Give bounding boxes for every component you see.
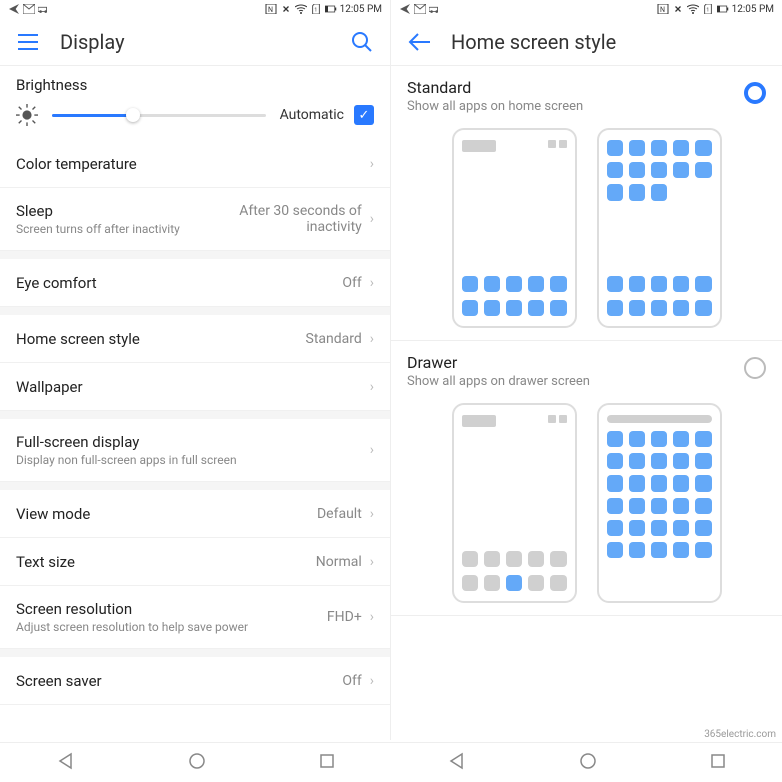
standard-radio[interactable] [744, 82, 766, 104]
mute-icon [280, 4, 292, 14]
status-time: 12:05 PM [732, 4, 774, 15]
drawer-radio[interactable] [744, 357, 766, 379]
header: Display [0, 18, 390, 66]
automatic-label: Automatic [280, 107, 344, 123]
chevron-right-icon: › [370, 211, 374, 227]
search-button[interactable] [348, 28, 376, 56]
slider-thumb[interactable] [126, 108, 140, 122]
color-temperature-row[interactable]: Color temperature › [0, 140, 390, 188]
svg-text:N: N [268, 6, 273, 14]
battery-icon [717, 4, 729, 14]
vehicle-icon [38, 4, 50, 14]
brightness-slider[interactable] [52, 114, 266, 117]
wallpaper-row[interactable]: Wallpaper › [0, 363, 390, 411]
nfc-icon: N [657, 4, 669, 14]
wifi-icon [295, 4, 307, 14]
eye-comfort-row[interactable]: Eye comfort Off › [0, 259, 390, 307]
home-screen-style-screen: N 1 12:05 PM Home screen style Standard … [391, 0, 782, 740]
home-screen-style-row[interactable]: Home screen style Standard › [0, 315, 390, 363]
navigation-bar [0, 742, 782, 782]
drawer-option[interactable]: Drawer Show all apps on drawer screen [391, 341, 782, 616]
brightness-label: Brightness [16, 76, 374, 94]
triangle-back-icon [57, 752, 75, 770]
nav-back-button[interactable] [448, 752, 466, 774]
status-bar: N 1 12:05 PM [391, 0, 782, 18]
nfc-icon: N [265, 4, 277, 14]
nav-back-button[interactable] [57, 752, 75, 774]
svg-text:1: 1 [706, 8, 709, 14]
mail-icon [23, 4, 35, 14]
header: Home screen style [391, 18, 782, 66]
airplane-icon [399, 4, 411, 14]
drawer-preview [407, 403, 766, 603]
watermark: 365electric.com [704, 729, 776, 740]
back-button[interactable] [405, 28, 433, 56]
circle-home-icon [579, 752, 597, 770]
fullscreen-row[interactable]: Full-screen display Display non full-scr… [0, 419, 390, 482]
circle-home-icon [188, 752, 206, 770]
chevron-right-icon: › [370, 275, 374, 291]
chevron-right-icon: › [370, 331, 374, 347]
svg-text:N: N [660, 6, 665, 14]
sim-icon: 1 [310, 4, 322, 14]
display-settings-screen: N 1 12:05 PM Display Brightness [0, 0, 391, 740]
standard-option[interactable]: Standard Show all apps on home screen [391, 66, 782, 341]
chevron-right-icon: › [370, 554, 374, 570]
chevron-right-icon: › [370, 506, 374, 522]
nav-recent-button[interactable] [319, 753, 335, 773]
search-icon [351, 31, 373, 53]
battery-icon [325, 4, 337, 14]
options-content[interactable]: Standard Show all apps on home screen [391, 66, 782, 740]
page-title: Display [60, 30, 348, 54]
sim-icon: 1 [702, 4, 714, 14]
status-time: 12:05 PM [340, 4, 382, 15]
nav-home-button[interactable] [579, 752, 597, 774]
chevron-right-icon: › [370, 673, 374, 689]
screen-resolution-row[interactable]: Screen resolution Adjust screen resoluti… [0, 586, 390, 649]
chevron-right-icon: › [370, 609, 374, 625]
screen-saver-row[interactable]: Screen saver Off › [0, 657, 390, 705]
back-arrow-icon [408, 32, 430, 52]
brightness-row: Brightness Automatic ✓ [0, 66, 390, 140]
wifi-icon [687, 4, 699, 14]
chevron-right-icon: › [370, 156, 374, 172]
chevron-right-icon: › [370, 379, 374, 395]
view-mode-row[interactable]: View mode Default › [0, 490, 390, 538]
nav-recent-button[interactable] [710, 753, 726, 773]
square-recent-icon [319, 753, 335, 769]
text-size-row[interactable]: Text size Normal › [0, 538, 390, 586]
standard-preview [407, 128, 766, 328]
mute-icon [672, 4, 684, 14]
automatic-checkbox[interactable]: ✓ [354, 105, 374, 125]
airplane-icon [8, 4, 20, 14]
sleep-row[interactable]: Sleep Screen turns off after inactivity … [0, 188, 390, 251]
menu-button[interactable] [14, 28, 42, 56]
chevron-right-icon: › [370, 442, 374, 458]
triangle-back-icon [448, 752, 466, 770]
nav-home-button[interactable] [188, 752, 206, 774]
page-title: Home screen style [451, 30, 768, 54]
brightness-icon [16, 104, 38, 126]
settings-content[interactable]: Brightness Automatic ✓ Color temperature… [0, 66, 390, 740]
square-recent-icon [710, 753, 726, 769]
status-bar: N 1 12:05 PM [0, 0, 390, 18]
mail-icon [414, 4, 426, 14]
hamburger-icon [18, 34, 38, 50]
svg-text:1: 1 [314, 8, 317, 14]
vehicle-icon [429, 4, 441, 14]
